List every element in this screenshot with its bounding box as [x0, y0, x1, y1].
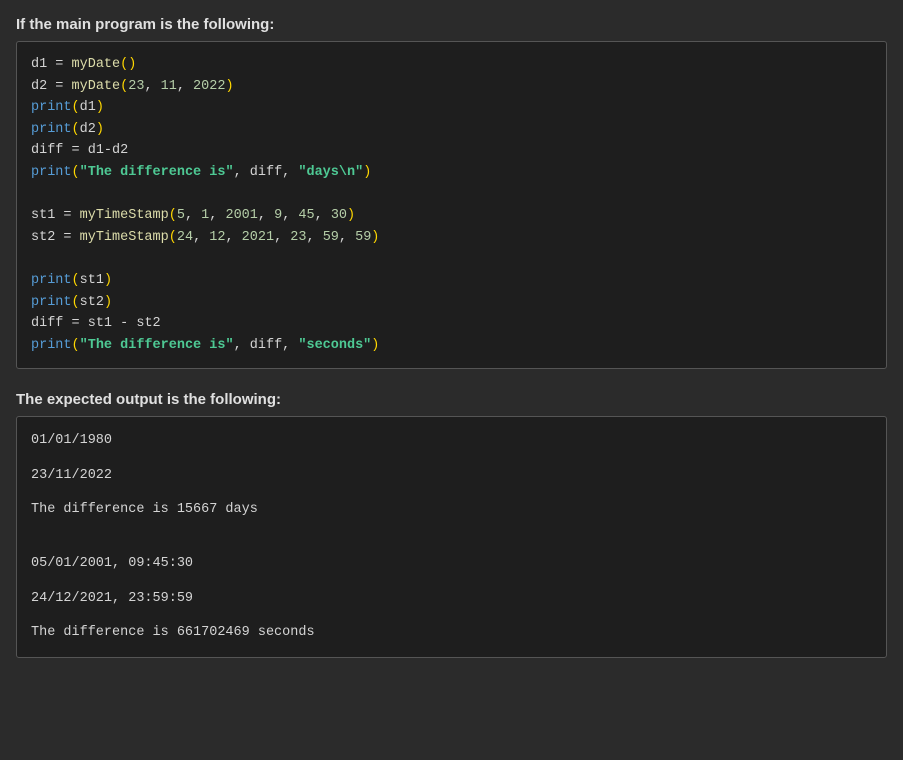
output-line-3: The difference is 15667 days: [31, 498, 872, 522]
code-line-3: print(d1): [31, 97, 872, 119]
code-line-7: st1 = myTimeStamp(5, 1, 2001, 9, 45, 30): [31, 205, 872, 227]
code-line-8: st2 = myTimeStamp(24, 12, 2021, 23, 59, …: [31, 227, 872, 249]
output-line-4: 05/01/2001, 09:45:30: [31, 552, 872, 576]
code-block: d1 = myDate() d2 = myDate(23, 11, 2022) …: [16, 41, 887, 369]
code-line-9: print(st1): [31, 270, 872, 292]
code-line-1: d1 = myDate(): [31, 54, 872, 76]
code-section-label: If the main program is the following:: [16, 16, 887, 33]
code-line-2: d2 = myDate(23, 11, 2022): [31, 76, 872, 98]
output-line-5: 24/12/2021, 23:59:59: [31, 587, 872, 611]
output-section-label: The expected output is the following:: [16, 391, 887, 408]
code-line-11: diff = st1 - st2: [31, 313, 872, 335]
code-line-10: print(st2): [31, 292, 872, 314]
code-line-4: print(d2): [31, 119, 872, 141]
output-line-6: The difference is 661702469 seconds: [31, 621, 872, 645]
output-line-1: 01/01/1980: [31, 429, 872, 453]
code-line-12: print("The difference is", diff, "second…: [31, 335, 872, 357]
code-line-6: print("The difference is", diff, "days\n…: [31, 162, 872, 184]
code-line-5: diff = d1-d2: [31, 140, 872, 162]
output-line-2: 23/11/2022: [31, 464, 872, 488]
output-block: 01/01/1980 23/11/2022 The difference is …: [16, 416, 887, 658]
